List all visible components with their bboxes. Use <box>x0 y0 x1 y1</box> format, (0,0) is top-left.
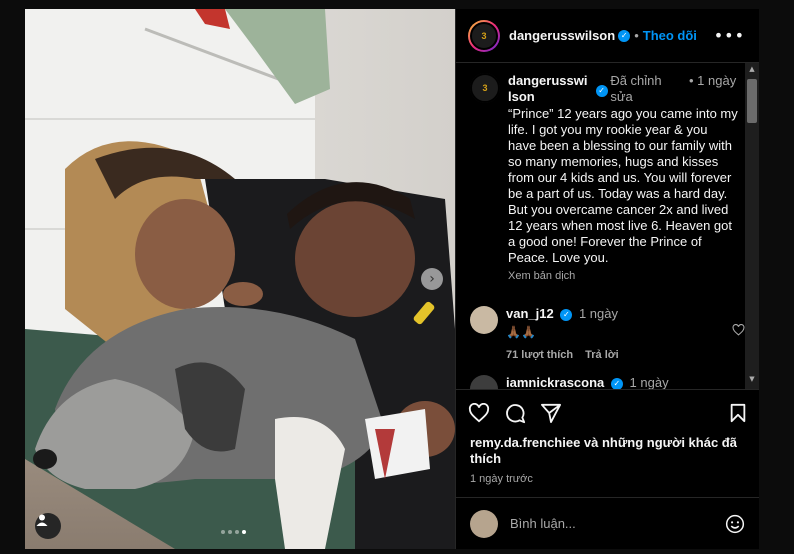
comment-icon <box>506 403 526 423</box>
emoji-icon <box>725 514 745 533</box>
see-translation-link[interactable]: Xem bản dịch <box>508 268 739 284</box>
carousel-indicator <box>221 530 246 534</box>
add-comment-bar <box>456 497 759 549</box>
follow-button[interactable]: Theo dõi <box>643 28 697 43</box>
scroll-up-icon[interactable]: ▲ <box>745 65 759 77</box>
comment-item: van_j12 ✓ 1 ngày 🙏🏾🙏🏾 71 lượt thích Trả … <box>470 306 745 361</box>
send-icon <box>541 403 561 423</box>
like-button[interactable] <box>468 402 490 423</box>
avatar-image: 3 <box>470 73 500 103</box>
share-button[interactable] <box>540 403 562 423</box>
comment-time[interactable]: 1 ngày <box>579 306 618 321</box>
likes-summary[interactable]: remy.da.frenchiee và những người khác đã… <box>456 435 759 467</box>
post-header: 3 dangerusswilson ✓ • Theo dõi ••• <box>456 9 759 63</box>
like-comment-button[interactable] <box>732 324 745 336</box>
verified-badge-icon: ✓ <box>610 377 623 389</box>
comments-scroll-area[interactable]: 3 dangerusswilson ✓ Đã chỉnh sửa • 1 ngà… <box>456 63 759 389</box>
comment-likes-count[interactable]: 71 lượt thích <box>506 349 573 361</box>
comment-text: 🙏🏾🙏🏾 <box>506 325 536 339</box>
separator: • <box>634 28 639 43</box>
post-image <box>25 9 455 549</box>
post-actions <box>456 389 759 435</box>
post-modal: › 3 dangerusswilson ✓ • Theo dõi ••• 3 d… <box>25 9 759 549</box>
carousel-dot <box>221 530 225 534</box>
carousel-next-button[interactable]: › <box>421 268 443 290</box>
caption-avatar[interactable]: 3 <box>470 73 500 103</box>
author-username[interactable]: dangerusswilson <box>509 28 615 43</box>
reply-button[interactable]: Trả lời <box>585 349 619 361</box>
separator: • <box>688 73 694 88</box>
verified-badge-icon: ✓ <box>618 29 631 42</box>
comment-button[interactable] <box>504 402 526 424</box>
scroll-down-icon[interactable]: ▼ <box>745 375 759 387</box>
verified-badge-icon: ✓ <box>595 85 608 97</box>
current-user-avatar <box>470 509 498 538</box>
comment-username[interactable]: van_j12 <box>506 306 554 321</box>
carousel-dot <box>228 530 232 534</box>
more-options-icon[interactable]: ••• <box>714 26 745 45</box>
post-photo[interactable]: › <box>25 9 455 549</box>
heart-icon <box>468 402 490 422</box>
commenter-avatar[interactable] <box>470 306 498 334</box>
edited-label: Đã chỉnh sửa <box>610 73 662 104</box>
user-icon <box>36 514 48 526</box>
verified-badge-icon: ✓ <box>560 308 573 321</box>
post-side-panel: 3 dangerusswilson ✓ • Theo dõi ••• 3 dan… <box>455 9 759 549</box>
chevron-right-icon: › <box>429 271 435 287</box>
comment-input[interactable] <box>510 516 713 531</box>
save-button[interactable] <box>729 403 747 423</box>
carousel-dot <box>235 530 239 534</box>
avatar-image: 3 <box>470 21 498 50</box>
post-caption: 3 dangerusswilson ✓ Đã chỉnh sửa • 1 ngà… <box>470 73 739 284</box>
emoji-button[interactable] <box>725 514 745 534</box>
tagged-users-button[interactable] <box>35 513 61 539</box>
comment-item: iamnickrascona ✓ 1 ngày <box>470 375 739 389</box>
bookmark-icon <box>730 403 746 422</box>
scrollbar[interactable]: ▲ ▼ <box>745 63 759 389</box>
comment-username[interactable]: iamnickrascona <box>506 375 604 389</box>
carousel-dot-active <box>242 530 246 534</box>
scrollbar-thumb[interactable] <box>747 79 757 123</box>
comment-time[interactable]: 1 ngày <box>630 375 669 389</box>
author-avatar[interactable]: 3 <box>468 19 500 52</box>
commenter-avatar[interactable] <box>470 375 498 389</box>
heart-icon <box>732 324 745 336</box>
caption-time[interactable]: 1 ngày <box>697 73 736 88</box>
caption-text: “Prince” 12 years ago you came into my l… <box>508 106 738 265</box>
caption-username[interactable]: dangerusswilson <box>508 73 590 105</box>
post-timestamp[interactable]: 1 ngày trước <box>456 467 759 485</box>
